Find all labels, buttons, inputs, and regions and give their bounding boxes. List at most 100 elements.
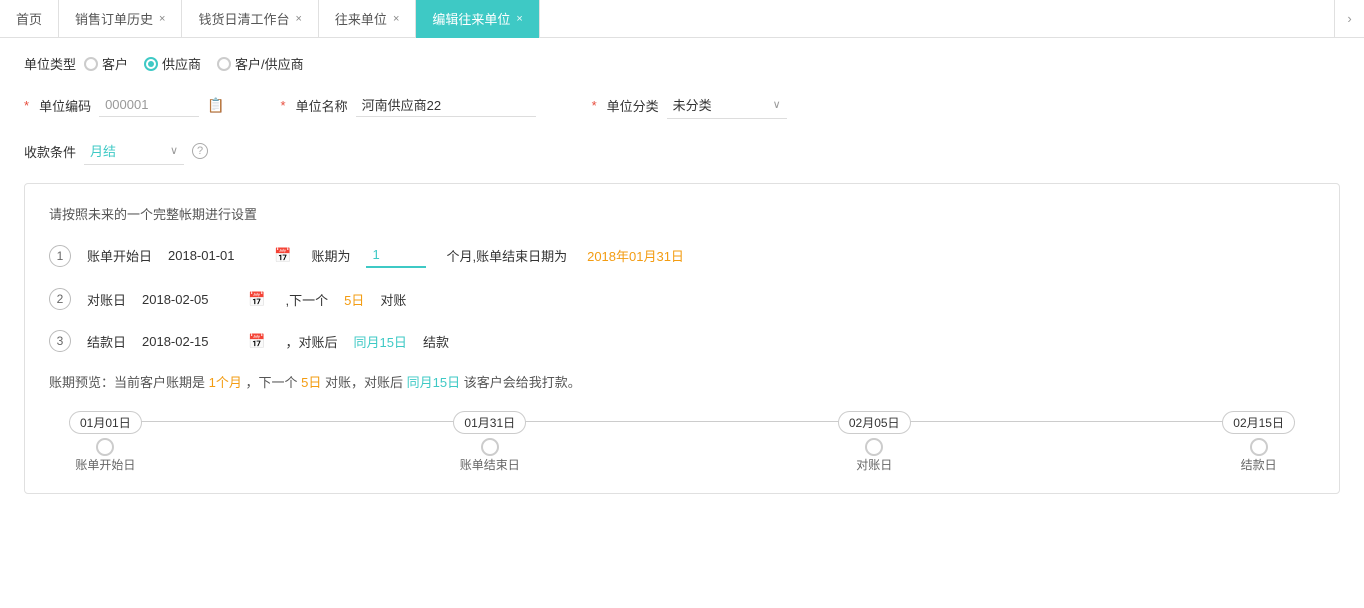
category-label: 单位分类 — [607, 96, 659, 115]
step-2-cal-icon[interactable]: 📅 — [248, 291, 265, 308]
step-3-suffix-pre: ，对账后 — [285, 332, 337, 351]
close-cash-work[interactable]: × — [295, 13, 301, 25]
radio-supplier-label: 供应商 — [162, 54, 201, 73]
tab-bar: 首页 销售订单历史 × 钱货日清工作台 × 往来单位 × 编辑往来单位 × › — [0, 0, 1364, 38]
tab-partner[interactable]: 往来单位 × — [319, 0, 416, 38]
radio-supplier-circle — [144, 57, 158, 71]
step-2-highlight: 5日 — [344, 290, 364, 309]
tab-sales-history-label: 销售订单历史 — [75, 9, 153, 28]
name-required: * — [281, 98, 286, 113]
unit-type-group: 单位类型 客户 供应商 客户/供应商 — [24, 54, 304, 73]
step-1-period-suffix: 个月,账单结束日期为 — [446, 246, 567, 265]
step-2-label: 对账日 — [87, 290, 126, 309]
tl-badge-3: 02月15日 — [1222, 411, 1295, 434]
step-1-row: 1 账单开始日 2018-01-01 📅 账期为 个月,账单结束日期为 2018… — [49, 243, 1315, 268]
step-1-suffix: 账期为 — [311, 246, 350, 265]
timeline-point-1: 01月31日 账单结束日 — [453, 411, 526, 473]
timeline-points: 01月01日 账单开始日 01月31日 账单结束日 02月05日 对账日 02月… — [69, 411, 1295, 473]
tab-cash-work-label: 钱货日清工作台 — [198, 9, 289, 28]
radio-supplier[interactable]: 供应商 — [144, 54, 201, 73]
timeline-point-3: 02月15日 结款日 — [1222, 411, 1295, 473]
tl-label-1: 账单结束日 — [460, 456, 520, 473]
radio-both-label: 客户/供应商 — [235, 54, 304, 73]
name-label: 单位名称 — [296, 96, 348, 115]
payment-panel: 请按照未来的一个完整帐期进行设置 1 账单开始日 2018-01-01 📅 账期… — [24, 183, 1340, 494]
tl-badge-2: 02月05日 — [838, 411, 911, 434]
panel-title: 请按照未来的一个完整帐期进行设置 — [49, 204, 1315, 223]
preview-2: 5日 — [301, 375, 321, 390]
step-3-date: 2018-02-15 — [142, 334, 232, 349]
tab-partner-label: 往来单位 — [335, 9, 387, 28]
tl-label-0: 账单开始日 — [75, 456, 135, 473]
code-required: * — [24, 98, 29, 113]
step-2-num: 2 — [49, 288, 71, 310]
step-1-cal-icon[interactable]: 📅 — [274, 247, 291, 264]
step-2-date: 2018-02-05 — [142, 292, 232, 307]
tl-dot-2 — [865, 438, 883, 456]
step-1-num: 1 — [49, 245, 71, 267]
step-2-suffix-post: 对账 — [380, 290, 406, 309]
step-3-row: 3 结款日 2018-02-15 📅 ，对账后 同月15日 结款 — [49, 330, 1315, 352]
tab-edit-partner-label: 编辑往来单位 — [432, 9, 510, 28]
timeline-point-0: 01月01日 账单开始日 — [69, 411, 142, 473]
preview-mid2: 对账，对账后 — [325, 375, 403, 390]
step-3-highlight: 同月15日 — [353, 332, 406, 351]
tl-dot-1 — [481, 438, 499, 456]
tl-badge-0: 01月01日 — [69, 411, 142, 434]
payment-help-icon[interactable]: ? — [192, 143, 208, 159]
tl-label-3: 结款日 — [1241, 456, 1277, 473]
payment-row: 收款条件 月结 ∨ ? — [24, 137, 1340, 165]
tab-home[interactable]: 首页 — [0, 0, 59, 38]
page-content: 单位类型 客户 供应商 客户/供应商 * 单位编码 — [0, 38, 1364, 608]
name-input[interactable] — [356, 93, 536, 117]
close-edit-partner[interactable]: × — [516, 13, 522, 25]
tl-dot-0 — [96, 438, 114, 456]
tl-label-2: 对账日 — [856, 456, 892, 473]
category-select[interactable]: 未分类 ∨ — [667, 91, 787, 119]
tab-cash-work[interactable]: 钱货日清工作台 × — [182, 0, 318, 38]
step-1-period-input[interactable] — [366, 243, 426, 268]
payment-group: 收款条件 月结 ∨ ? — [24, 137, 208, 165]
code-copy-icon[interactable]: 📋 — [207, 97, 224, 114]
code-input[interactable] — [99, 93, 199, 117]
tl-dot-3 — [1250, 438, 1268, 456]
radio-customer-label: 客户 — [102, 54, 128, 73]
tab-edit-partner[interactable]: 编辑往来单位 × — [416, 0, 539, 38]
tab-sales-history[interactable]: 销售订单历史 × — [59, 0, 182, 38]
tl-badge-1: 01月31日 — [453, 411, 526, 434]
unit-type-row: 单位类型 客户 供应商 客户/供应商 — [24, 54, 1340, 73]
preview-1: 1个月 — [209, 375, 242, 390]
tab-home-label: 首页 — [16, 9, 42, 28]
radio-both-circle — [217, 57, 231, 71]
payment-value: 月结 — [90, 141, 166, 160]
unit-type-label: 单位类型 — [24, 54, 76, 73]
preview-prefix: 账期预览：当前客户账期是 — [49, 375, 205, 390]
code-name-category-row: * 单位编码 📋 * 单位名称 * 单位分类 未分类 ∨ — [24, 91, 1340, 119]
radio-customer-circle — [84, 57, 98, 71]
payment-select[interactable]: 月结 ∨ — [84, 137, 184, 165]
radio-customer[interactable]: 客户 — [84, 54, 128, 73]
step-2-row: 2 对账日 2018-02-05 📅 ,下一个 5日 对账 — [49, 288, 1315, 310]
radio-both[interactable]: 客户/供应商 — [217, 54, 304, 73]
payment-arrow-icon: ∨ — [170, 144, 178, 157]
radio-group: 客户 供应商 客户/供应商 — [84, 54, 304, 73]
step-3-cal-icon[interactable]: 📅 — [248, 333, 265, 350]
step-3-num: 3 — [49, 330, 71, 352]
category-value: 未分类 — [673, 95, 769, 114]
code-group: * 单位编码 📋 — [24, 93, 225, 117]
category-arrow-icon: ∨ — [773, 98, 781, 111]
payment-label: 收款条件 — [24, 142, 76, 161]
timeline-point-2: 02月05日 对账日 — [838, 411, 911, 473]
tab-overflow-arrow[interactable]: › — [1334, 0, 1364, 38]
close-sales-history[interactable]: × — [159, 13, 165, 25]
name-group: * 单位名称 — [281, 93, 536, 117]
close-partner[interactable]: × — [393, 13, 399, 25]
timeline: 01月01日 账单开始日 01月31日 账单结束日 02月05日 对账日 02月… — [49, 411, 1315, 473]
code-label: 单位编码 — [39, 96, 91, 115]
step-2-suffix-pre: ,下一个 — [285, 290, 328, 309]
preview-mid1: ，下一个 — [246, 375, 298, 390]
category-required: * — [592, 98, 597, 113]
preview-suffix: 该客户会给我打款。 — [464, 375, 581, 390]
category-group: * 单位分类 未分类 ∨ — [592, 91, 787, 119]
step-3-label: 结款日 — [87, 332, 126, 351]
